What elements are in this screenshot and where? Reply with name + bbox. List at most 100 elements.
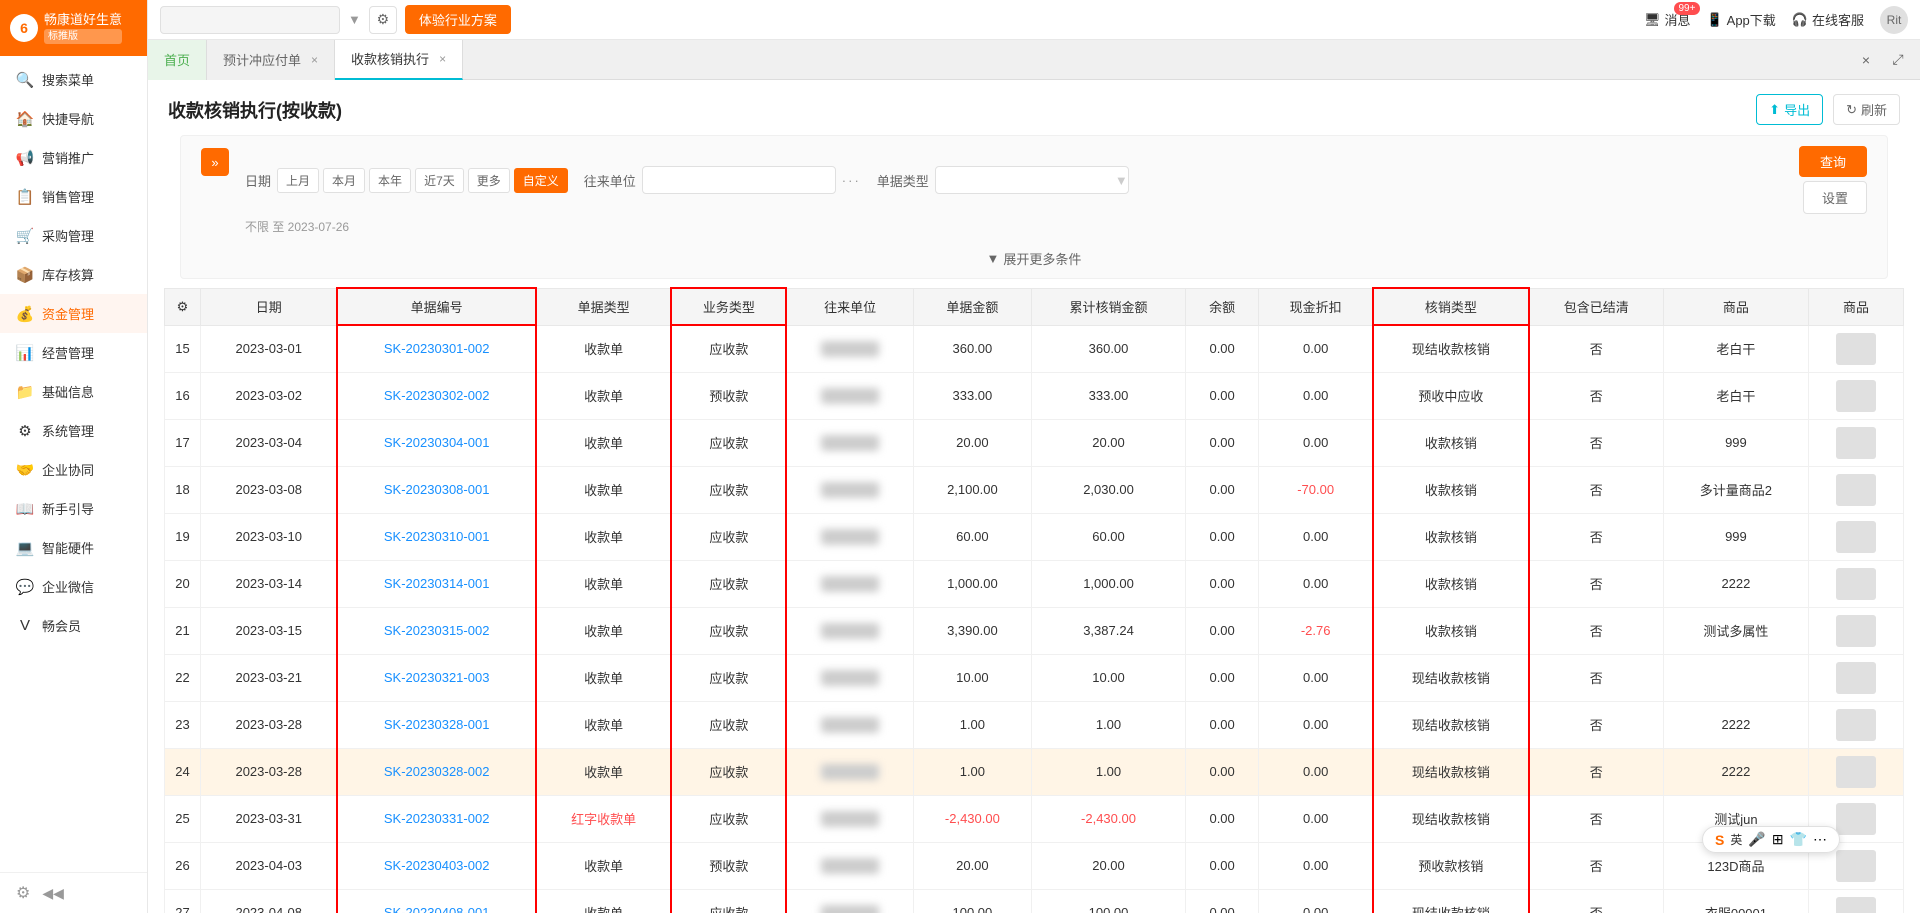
doc-no-link[interactable]: SK-20230304-001 xyxy=(384,435,490,450)
sidebar-item-quick-nav[interactable]: 🏠 快捷导航 xyxy=(0,99,147,138)
doc-no-link[interactable]: SK-20230308-001 xyxy=(384,482,490,497)
sidebar-item-wechat[interactable]: 💬 企业微信 xyxy=(0,567,147,606)
ime-more[interactable]: ⋯ xyxy=(1813,831,1827,848)
tab-close-all-btn[interactable]: × xyxy=(1852,46,1880,74)
tab-receivable-cancel[interactable]: 收款核销执行 × xyxy=(335,40,463,80)
cell-product2 xyxy=(1808,560,1903,607)
cell-cash-discount: 0.00 xyxy=(1259,842,1373,889)
doctype-filter-select[interactable] xyxy=(935,166,1129,194)
topbar-dropdown-arrow[interactable]: ▼ xyxy=(348,12,361,27)
sidebar-item-basic-info[interactable]: 📁 基础信息 xyxy=(0,372,147,411)
doc-no-link[interactable]: SK-20230302-002 xyxy=(384,388,490,403)
hardware-label: 智能硬件 xyxy=(42,538,94,557)
th-date[interactable]: 日期 xyxy=(201,288,338,325)
doc-no-link[interactable]: SK-20230403-002 xyxy=(384,858,490,873)
date-btn-more[interactable]: 更多 xyxy=(468,168,510,193)
cell-include-cleared: 否 xyxy=(1529,842,1664,889)
doc-no-link[interactable]: SK-20230408-001 xyxy=(384,905,490,913)
th-partner[interactable]: 往来单位 xyxy=(786,288,913,325)
cell-doc-type: 收款单 xyxy=(536,748,671,795)
cell-product: 999 xyxy=(1663,419,1808,466)
cell-biz-type: 应收款 xyxy=(671,325,786,372)
cell-amount: 333.00 xyxy=(913,372,1031,419)
tab-prepay[interactable]: 预计冲应付单 × xyxy=(207,40,335,80)
collapse-icon[interactable]: ◀◀ xyxy=(42,885,64,902)
th-include-cleared[interactable]: 包含已结清 xyxy=(1529,288,1664,325)
messages-btn[interactable]: 🖥 消息 99+ xyxy=(1644,10,1691,29)
sidebar-item-member[interactable]: V 畅会员 xyxy=(0,606,147,645)
th-cash-discount[interactable]: 现金折扣 xyxy=(1259,288,1373,325)
query-btn[interactable]: 查询 xyxy=(1799,146,1867,177)
user-avatar[interactable]: Rit xyxy=(1880,6,1908,34)
date-btn-this-year[interactable]: 本年 xyxy=(369,168,411,193)
th-product[interactable]: 商品 xyxy=(1663,288,1808,325)
partner-filter-input[interactable] xyxy=(642,166,836,194)
tab-expand-btn[interactable]: ⤢ xyxy=(1884,46,1912,74)
filter-collapse-btn[interactable]: » xyxy=(201,148,229,176)
cell-cancel-amount: 60.00 xyxy=(1031,513,1185,560)
sidebar-item-operations[interactable]: 📊 经营管理 xyxy=(0,333,147,372)
table-row: 22 2023-03-21 SK-20230321-003 收款单 应收款 ██… xyxy=(165,654,1904,701)
sidebar-item-inventory[interactable]: 📦 库存核算 xyxy=(0,255,147,294)
sidebar-item-guide[interactable]: 📖 新手引导 xyxy=(0,489,147,528)
prepay-tab-close[interactable]: × xyxy=(311,53,318,67)
ime-shirt[interactable]: 👕 xyxy=(1790,831,1807,848)
doc-no-link[interactable]: SK-20230310-001 xyxy=(384,529,490,544)
th-product2[interactable]: 商品 xyxy=(1808,288,1903,325)
sidebar-item-finance[interactable]: 💰 资金管理 xyxy=(0,294,147,333)
sidebar-item-hardware[interactable]: 💻 智能硬件 xyxy=(0,528,147,567)
solution-btn[interactable]: 体验行业方案 xyxy=(405,5,511,34)
th-settings[interactable]: ⚙ xyxy=(165,288,201,325)
cell-balance: 0.00 xyxy=(1186,560,1259,607)
chevron-down-icon: ▼ xyxy=(987,251,1000,266)
doc-no-link[interactable]: SK-20230321-003 xyxy=(384,670,490,685)
th-doc-type[interactable]: 单据类型 xyxy=(536,288,671,325)
ime-grid[interactable]: ⊞ xyxy=(1772,831,1784,848)
doc-no-link[interactable]: SK-20230331-002 xyxy=(384,811,490,826)
topbar-gear-btn[interactable]: ⚙ xyxy=(369,6,397,34)
prepay-tab-label: 预计冲应付单 xyxy=(223,50,301,69)
date-btn-custom[interactable]: 自定义 xyxy=(514,168,568,193)
cell-partner: ██████ xyxy=(786,513,913,560)
settings-icon[interactable]: ⚙ xyxy=(16,883,30,903)
filter-settings-btn[interactable]: 设置 xyxy=(1803,181,1867,214)
th-balance[interactable]: 余额 xyxy=(1186,288,1259,325)
cell-date: 2023-03-14 xyxy=(201,560,338,607)
sidebar-item-marketing[interactable]: 📢 营销推广 xyxy=(0,138,147,177)
app-download-btn[interactable]: 📱 App下载 xyxy=(1706,10,1775,29)
sidebar-item-enterprise[interactable]: 🤝 企业协同 xyxy=(0,450,147,489)
th-cancel-amount[interactable]: 累计核销金额 xyxy=(1031,288,1185,325)
sidebar-item-purchase[interactable]: 🛒 采购管理 xyxy=(0,216,147,255)
date-btn-this-month[interactable]: 本月 xyxy=(323,168,365,193)
cell-include-cleared: 否 xyxy=(1529,466,1664,513)
sales-label: 销售管理 xyxy=(42,187,94,206)
sidebar-item-sales[interactable]: 📋 销售管理 xyxy=(0,177,147,216)
cell-date: 2023-03-15 xyxy=(201,607,338,654)
th-amount[interactable]: 单据金额 xyxy=(913,288,1031,325)
topbar-search-input[interactable] xyxy=(160,6,340,34)
doc-no-link[interactable]: SK-20230328-002 xyxy=(384,764,490,779)
th-biz-type[interactable]: 业务类型 xyxy=(671,288,786,325)
sidebar-item-system[interactable]: ⚙ 系统管理 xyxy=(0,411,147,450)
refresh-btn[interactable]: ↻ 刷新 xyxy=(1833,94,1900,125)
cell-biz-type: 应收款 xyxy=(671,795,786,842)
receivable-cancel-tab-close[interactable]: × xyxy=(439,52,446,66)
doc-no-link[interactable]: SK-20230301-002 xyxy=(384,341,490,356)
th-doc-no[interactable]: 单据编号 xyxy=(337,288,535,325)
export-btn[interactable]: ⬆ 导出 xyxy=(1756,94,1823,125)
expand-more-conditions-btn[interactable]: ▼ 展开更多条件 xyxy=(987,249,1082,268)
doc-no-link[interactable]: SK-20230314-001 xyxy=(384,576,490,591)
doc-no-link[interactable]: SK-20230315-002 xyxy=(384,623,490,638)
date-btn-7days[interactable]: 近7天 xyxy=(415,168,464,193)
online-service-btn[interactable]: 🎧 在线客服 xyxy=(1792,10,1864,29)
th-cancel-type[interactable]: 核销类型 xyxy=(1373,288,1529,325)
doc-no-link[interactable]: SK-20230328-001 xyxy=(384,717,490,732)
cell-doc-no: SK-20230314-001 xyxy=(337,560,535,607)
tab-home[interactable]: 首页 xyxy=(148,40,207,80)
cell-cancel-amount: 360.00 xyxy=(1031,325,1185,372)
cell-doc-no: SK-20230403-002 xyxy=(337,842,535,889)
date-btn-last-month[interactable]: 上月 xyxy=(277,168,319,193)
ime-mic[interactable]: 🎤 xyxy=(1748,831,1765,848)
cell-cash-discount: 0.00 xyxy=(1259,748,1373,795)
sidebar-item-search[interactable]: 🔍 搜索菜单 xyxy=(0,60,147,99)
